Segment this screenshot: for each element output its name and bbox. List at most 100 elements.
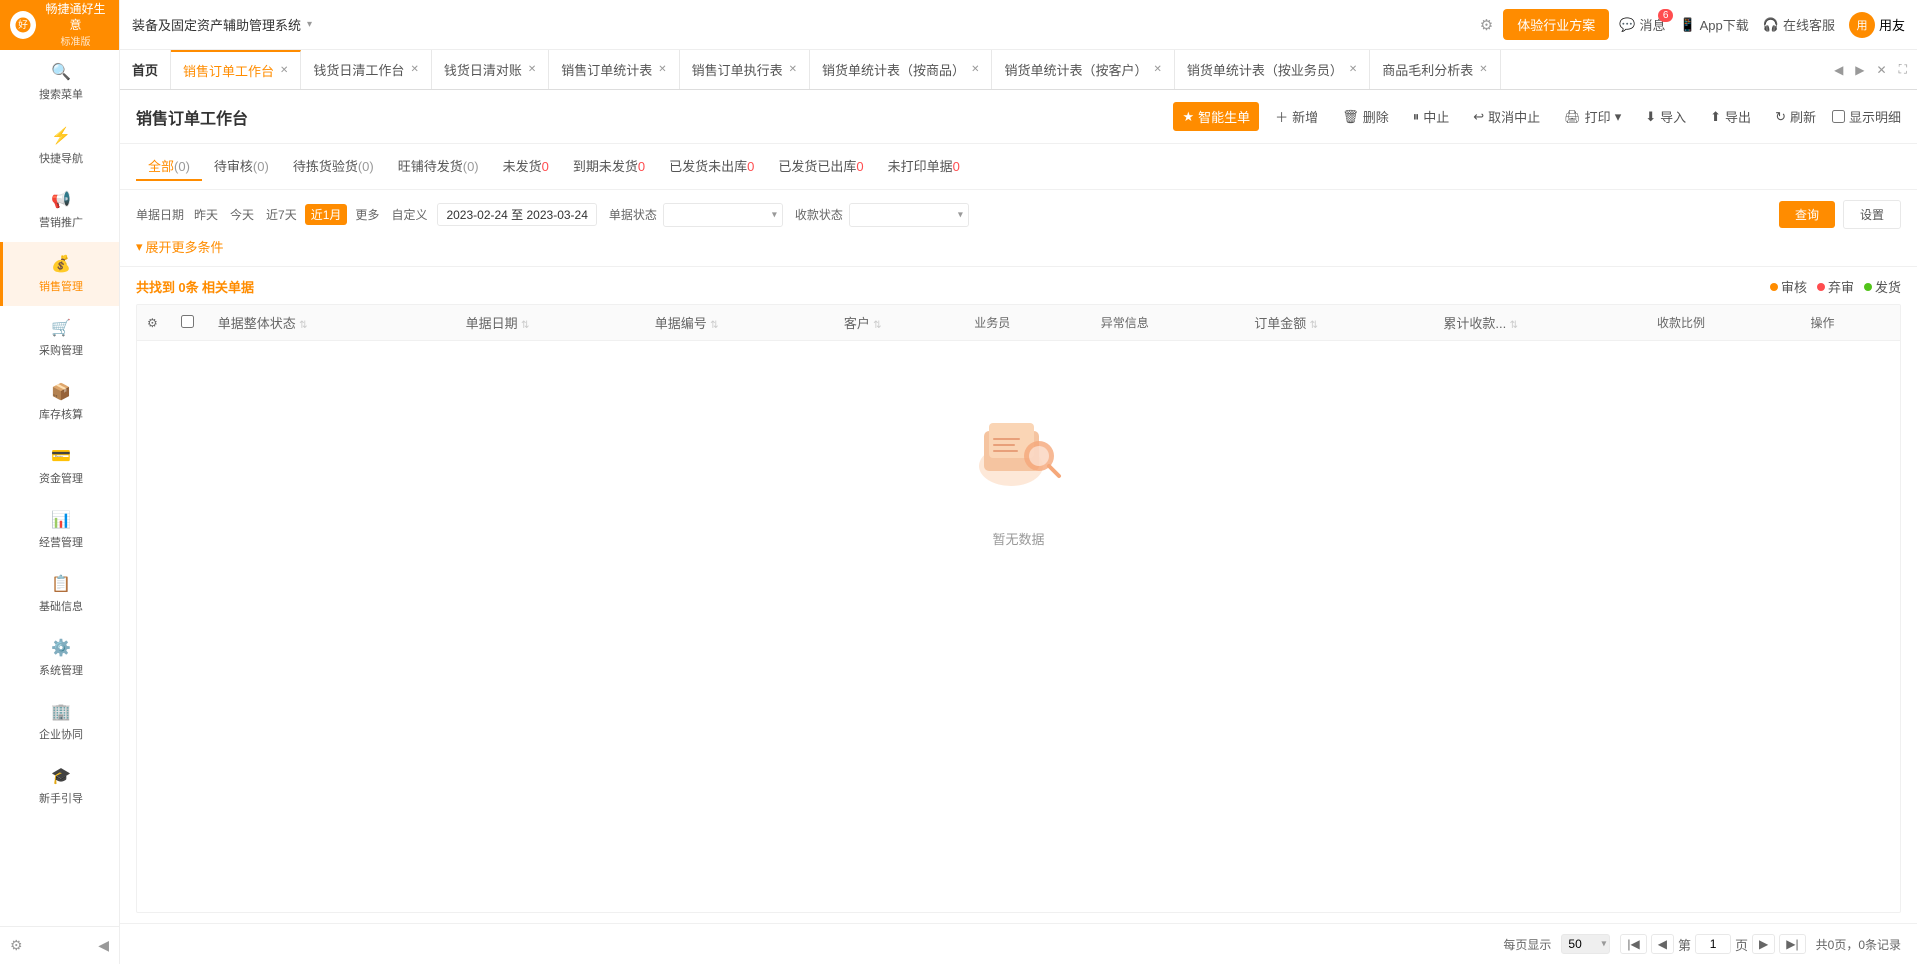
ship-button[interactable]: 发货 — [1864, 277, 1901, 296]
filter-tab-expired-unshipped[interactable]: 到期未发货0 — [561, 152, 657, 181]
chevron-down-icon: ▾ — [1615, 109, 1622, 125]
tab-sales-summary-product[interactable]: 销货单统计表（按商品） ✕ — [810, 50, 992, 89]
review-button[interactable]: 审核 — [1770, 277, 1807, 296]
tab-home[interactable]: 首页 — [120, 50, 171, 89]
pause-button[interactable]: ⏸ 中止 — [1405, 103, 1458, 130]
tab-close-icon[interactable]: ✕ — [658, 64, 666, 75]
sidebar-item-purchase[interactable]: 🛒 采购管理 — [0, 306, 119, 370]
settings-bottom-button[interactable]: ⚙ — [10, 937, 23, 954]
date-yesterday-button[interactable]: 昨天 — [190, 204, 222, 225]
filter-tab-pending-review[interactable]: 待审核(0) — [202, 152, 281, 181]
page-last-button[interactable]: ▶| — [1779, 934, 1805, 954]
tab-sales-summary-customer[interactable]: 销货单统计表（按客户） ✕ — [992, 50, 1174, 89]
page-input[interactable] — [1695, 934, 1731, 954]
show-detail-input[interactable] — [1832, 110, 1845, 123]
filter-tab-unshipped[interactable]: 未发货0 — [491, 152, 561, 181]
tab-close-icon[interactable]: ✕ — [528, 64, 536, 75]
page-prev-button[interactable]: ◀ — [1651, 934, 1674, 954]
filter-tab-shipped-out[interactable]: 已发货已出库0 — [766, 152, 875, 181]
tab-gross-margin[interactable]: 商品毛利分析表 ✕ — [1370, 50, 1500, 89]
solution-button[interactable]: 体验行业方案 — [1503, 9, 1609, 40]
resume-icon: ↩ — [1473, 109, 1484, 125]
sidebar-item-search[interactable]: 🔍 搜索菜单 — [0, 50, 119, 114]
sidebar-item-system[interactable]: ⚙️ 系统管理 — [0, 626, 119, 690]
tab-close-icon[interactable]: ✕ — [410, 64, 418, 75]
sort-collected-icon[interactable]: ⇅ — [1510, 320, 1518, 331]
sort-amount-icon[interactable]: ⇅ — [1310, 320, 1318, 331]
sidebar-item-quick-nav[interactable]: ⚡ 快捷导航 — [0, 114, 119, 178]
cancel-review-button[interactable]: 弃审 — [1817, 277, 1854, 296]
app-download-button[interactable]: 📱 App下载 — [1679, 15, 1748, 34]
query-button[interactable]: 查询 — [1779, 201, 1835, 228]
tab-expand-button[interactable]: ⛶ — [1895, 60, 1911, 79]
date-1month-button[interactable]: 近1月 — [305, 204, 348, 225]
tab-close-icon[interactable]: ✕ — [789, 64, 797, 75]
payment-select[interactable] — [849, 203, 969, 227]
tab-cash-account[interactable]: 钱货日清对账 ✕ — [432, 50, 549, 89]
sort-number-icon[interactable]: ⇅ — [710, 320, 718, 331]
tab-close-all-button[interactable]: ✕ — [1873, 61, 1891, 79]
tab-sales-exec[interactable]: 销售订单执行表 ✕ — [680, 50, 810, 89]
settings-icon[interactable]: ⚙ — [1480, 16, 1493, 34]
page-size-select[interactable]: 20 50 100 — [1561, 934, 1610, 954]
collapse-sidebar-button[interactable]: ◀ — [98, 937, 109, 954]
tab-sales-summary-staff[interactable]: 销货单统计表（按业务员） ✕ — [1175, 50, 1370, 89]
tab-prev-button[interactable]: ◀ — [1830, 61, 1847, 79]
tab-cash-daily[interactable]: 钱货日清工作台 ✕ — [301, 50, 431, 89]
logo-text: 畅捷通好生意 — [42, 2, 109, 33]
sidebar-item-enterprise[interactable]: 🏢 企业协同 — [0, 690, 119, 754]
show-detail-checkbox[interactable]: 显示明细 — [1832, 107, 1901, 126]
pagination: 每页显示 20 50 100 |◀ ◀ 第 页 ▶ ▶| 共0页，0条记录 — [120, 923, 1917, 964]
export-button[interactable]: ⬆ 导出 — [1702, 103, 1759, 130]
expand-button[interactable]: ▾ 展开更多条件 — [136, 237, 224, 256]
sort-status-icon[interactable]: ⇅ — [299, 320, 307, 331]
print-button[interactable]: 🖨 打印 ▾ — [1556, 103, 1629, 130]
date-more-button[interactable]: 更多 — [351, 204, 383, 225]
tab-label: 销售订单执行表 — [692, 60, 783, 79]
date-today-button[interactable]: 今天 — [226, 204, 258, 225]
megaphone-icon: 📢 — [51, 190, 71, 210]
tab-close-icon[interactable]: ✕ — [971, 64, 979, 75]
sidebar-item-marketing[interactable]: 📢 营销推广 — [0, 178, 119, 242]
avatar: 用 — [1849, 12, 1875, 38]
add-button[interactable]: ＋ 新增 — [1267, 103, 1326, 130]
cancel-pause-button[interactable]: ↩ 取消中止 — [1465, 103, 1548, 130]
setting-button[interactable]: 设置 — [1843, 200, 1901, 229]
sidebar-item-basic-info[interactable]: 📋 基础信息 — [0, 562, 119, 626]
date-custom-button[interactable]: 自定义 — [387, 204, 431, 225]
filter-tab-all[interactable]: 全部(0) — [136, 152, 202, 181]
filter-tab-shipped-not-out[interactable]: 已发货未出库0 — [657, 152, 766, 181]
page-first-button[interactable]: |◀ — [1620, 934, 1646, 954]
online-service-button[interactable]: 🎧 在线客服 — [1763, 15, 1835, 34]
delete-button[interactable]: 🗑 删除 — [1334, 103, 1397, 130]
sidebar-item-sales[interactable]: 💰 销售管理 — [0, 242, 119, 306]
smart-create-button[interactable]: ★ 智能生单 — [1173, 102, 1259, 131]
sidebar-item-label: 库存核算 — [39, 406, 83, 422]
tab-close-icon[interactable]: ✕ — [1153, 64, 1161, 75]
import-button[interactable]: ⬇ 导入 — [1637, 103, 1694, 130]
select-all-checkbox[interactable] — [181, 315, 194, 328]
date-7days-button[interactable]: 近7天 — [262, 204, 301, 225]
tab-next-button[interactable]: ▶ — [1851, 61, 1868, 79]
status-select[interactable] — [663, 203, 783, 227]
filter-tab-unprinted[interactable]: 未打印单据0 — [876, 152, 972, 181]
sidebar-item-inventory[interactable]: 📦 库存核算 — [0, 370, 119, 434]
user-menu-button[interactable]: 用 用友 — [1849, 12, 1905, 38]
sidebar-item-guide[interactable]: 🎓 新手引导 — [0, 754, 119, 818]
filter-tab-wangpu-ship[interactable]: 旺铺待发货(0) — [386, 152, 491, 181]
expand-row: ▾ 展开更多条件 — [136, 237, 1901, 256]
tab-close-icon[interactable]: ✕ — [280, 65, 288, 76]
sidebar-item-finance[interactable]: 💳 资金管理 — [0, 434, 119, 498]
message-button[interactable]: 💬 消息 6 — [1619, 15, 1665, 34]
sort-customer-icon[interactable]: ⇅ — [873, 320, 881, 331]
column-settings[interactable]: ⚙ — [137, 305, 168, 341]
tab-sales-workbench[interactable]: 销售订单工作台 ✕ — [171, 50, 301, 89]
tab-close-icon[interactable]: ✕ — [1479, 64, 1487, 75]
sidebar-item-operations[interactable]: 📊 经营管理 — [0, 498, 119, 562]
tab-sales-stats[interactable]: 销售订单统计表 ✕ — [549, 50, 679, 89]
filter-tab-pending-check[interactable]: 待拣货验货(0) — [281, 152, 386, 181]
refresh-button[interactable]: ↻ 刷新 — [1767, 103, 1824, 130]
page-next-button[interactable]: ▶ — [1752, 934, 1775, 954]
tab-close-icon[interactable]: ✕ — [1349, 64, 1357, 75]
sort-date-icon[interactable]: ⇅ — [521, 320, 529, 331]
